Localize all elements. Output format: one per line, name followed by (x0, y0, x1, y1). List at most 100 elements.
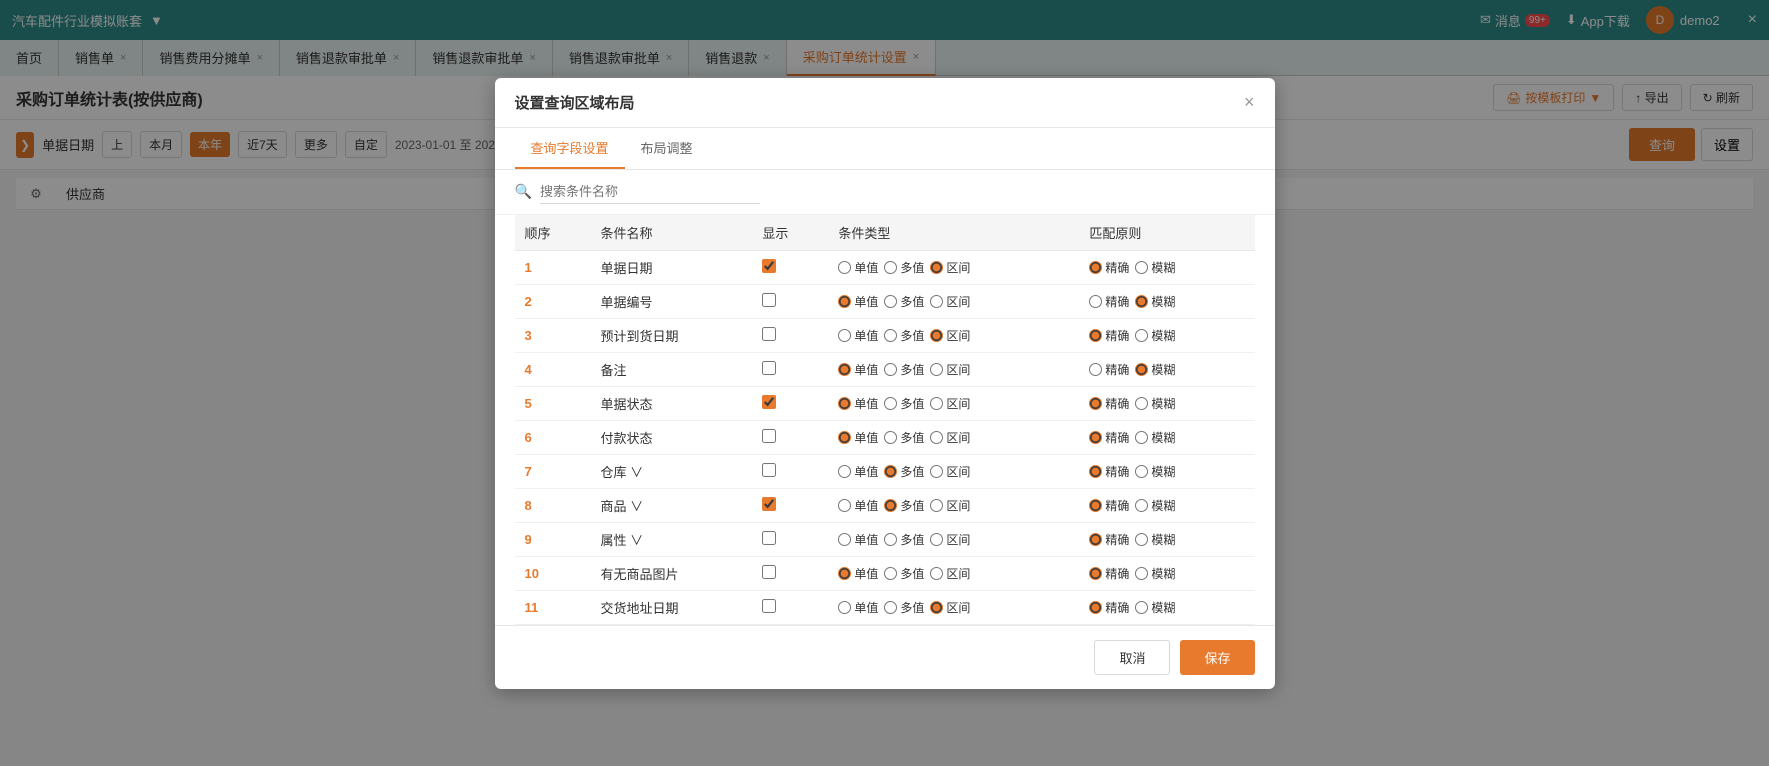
row-display-checkbox-cell[interactable] (752, 522, 828, 556)
row-type-multi-option[interactable]: 多值 (884, 429, 924, 446)
row-type-multi-option[interactable]: 多值 (884, 327, 924, 344)
row-type-multi-option[interactable]: 多值 (884, 497, 924, 514)
row-match-exact-radio[interactable] (1089, 431, 1102, 444)
row-match-fuzzy-radio[interactable] (1135, 431, 1148, 444)
row-type-single-radio[interactable] (838, 465, 851, 478)
row-type-range-radio[interactable] (930, 533, 943, 546)
row-type-multi-radio[interactable] (884, 431, 897, 444)
row-type-multi-radio[interactable] (884, 601, 897, 614)
row-display-checkbox[interactable] (762, 361, 776, 375)
row-display-checkbox[interactable] (762, 327, 776, 341)
row-type-single-option[interactable]: 单值 (838, 565, 878, 582)
row-display-checkbox-cell[interactable] (752, 352, 828, 386)
row-match-exact-option[interactable]: 精确 (1089, 361, 1129, 378)
row-type-multi-option[interactable]: 多值 (884, 293, 924, 310)
row-type-range-option[interactable]: 区间 (930, 361, 970, 378)
row-type-multi-radio[interactable] (884, 397, 897, 410)
row-type-range-option[interactable]: 区间 (930, 395, 970, 412)
row-match-exact-radio[interactable] (1089, 397, 1102, 410)
row-match-fuzzy-option[interactable]: 模糊 (1135, 429, 1175, 446)
modal-search-input[interactable] (540, 180, 760, 204)
row-type-multi-radio[interactable] (884, 533, 897, 546)
row-match-fuzzy-radio[interactable] (1135, 363, 1148, 376)
row-display-checkbox[interactable] (762, 599, 776, 613)
row-type-range-radio[interactable] (930, 431, 943, 444)
row-type-single-option[interactable]: 单值 (838, 395, 878, 412)
row-match-fuzzy-radio[interactable] (1135, 329, 1148, 342)
row-type-single-option[interactable]: 单值 (838, 361, 878, 378)
row-type-range-radio[interactable] (930, 329, 943, 342)
row-type-single-option[interactable]: 单值 (838, 531, 878, 548)
row-type-range-radio[interactable] (930, 499, 943, 512)
row-type-multi-option[interactable]: 多值 (884, 463, 924, 480)
row-display-checkbox[interactable] (762, 565, 776, 579)
row-display-checkbox-cell[interactable] (752, 386, 828, 420)
row-match-exact-radio[interactable] (1089, 295, 1102, 308)
row-match-fuzzy-radio[interactable] (1135, 499, 1148, 512)
row-match-fuzzy-radio[interactable] (1135, 567, 1148, 580)
row-match-fuzzy-option[interactable]: 模糊 (1135, 463, 1175, 480)
row-match-exact-radio[interactable] (1089, 465, 1102, 478)
row-type-single-radio[interactable] (838, 261, 851, 274)
row-type-multi-radio[interactable] (884, 261, 897, 274)
row-match-fuzzy-option[interactable]: 模糊 (1135, 361, 1175, 378)
row-match-exact-option[interactable]: 精确 (1089, 429, 1129, 446)
row-display-checkbox-cell[interactable] (752, 556, 828, 590)
row-match-exact-radio[interactable] (1089, 363, 1102, 376)
row-type-range-option[interactable]: 区间 (930, 497, 970, 514)
row-display-checkbox[interactable] (762, 395, 776, 409)
row-match-fuzzy-option[interactable]: 模糊 (1135, 327, 1175, 344)
row-type-multi-radio[interactable] (884, 499, 897, 512)
row-match-exact-radio[interactable] (1089, 533, 1102, 546)
row-match-fuzzy-radio[interactable] (1135, 533, 1148, 546)
row-type-single-radio[interactable] (838, 295, 851, 308)
row-type-single-option[interactable]: 单值 (838, 327, 878, 344)
row-type-range-option[interactable]: 区间 (930, 429, 970, 446)
row-match-fuzzy-option[interactable]: 模糊 (1135, 531, 1175, 548)
row-type-single-radio[interactable] (838, 601, 851, 614)
row-match-exact-option[interactable]: 精确 (1089, 463, 1129, 480)
row-type-single-option[interactable]: 单值 (838, 497, 878, 514)
row-type-single-radio[interactable] (838, 567, 851, 580)
row-match-fuzzy-radio[interactable] (1135, 397, 1148, 410)
row-type-multi-radio[interactable] (884, 295, 897, 308)
row-match-exact-option[interactable]: 精确 (1089, 565, 1129, 582)
row-match-exact-option[interactable]: 精确 (1089, 497, 1129, 514)
row-match-fuzzy-option[interactable]: 模糊 (1135, 293, 1175, 310)
row-display-checkbox[interactable] (762, 463, 776, 477)
row-type-range-option[interactable]: 区间 (930, 327, 970, 344)
row-display-checkbox-cell[interactable] (752, 454, 828, 488)
row-type-range-radio[interactable] (930, 295, 943, 308)
row-type-single-option[interactable]: 单值 (838, 293, 878, 310)
row-type-range-radio[interactable] (930, 363, 943, 376)
row-type-single-option[interactable]: 单值 (838, 259, 878, 276)
row-type-range-radio[interactable] (930, 567, 943, 580)
modal-tab-layout[interactable]: 布局调整 (625, 128, 709, 169)
row-display-checkbox-cell[interactable] (752, 420, 828, 454)
row-display-checkbox-cell[interactable] (752, 590, 828, 624)
row-type-range-option[interactable]: 区间 (930, 599, 970, 616)
row-type-single-option[interactable]: 单值 (838, 599, 878, 616)
row-type-multi-option[interactable]: 多值 (884, 395, 924, 412)
row-display-checkbox-cell[interactable] (752, 250, 828, 284)
row-type-range-radio[interactable] (930, 261, 943, 274)
row-type-range-option[interactable]: 区间 (930, 531, 970, 548)
row-type-multi-option[interactable]: 多值 (884, 361, 924, 378)
row-type-range-option[interactable]: 区间 (930, 293, 970, 310)
row-type-multi-radio[interactable] (884, 363, 897, 376)
row-display-checkbox-cell[interactable] (752, 318, 828, 352)
row-match-exact-option[interactable]: 精确 (1089, 327, 1129, 344)
row-display-checkbox-cell[interactable] (752, 488, 828, 522)
row-type-range-radio[interactable] (930, 465, 943, 478)
modal-close-button[interactable]: × (1244, 92, 1255, 113)
row-match-exact-radio[interactable] (1089, 329, 1102, 342)
row-display-checkbox[interactable] (762, 497, 776, 511)
row-display-checkbox[interactable] (762, 259, 776, 273)
row-match-fuzzy-option[interactable]: 模糊 (1135, 497, 1175, 514)
row-match-exact-option[interactable]: 精确 (1089, 599, 1129, 616)
row-match-fuzzy-option[interactable]: 模糊 (1135, 565, 1175, 582)
save-button[interactable]: 保存 (1180, 640, 1254, 675)
row-type-multi-option[interactable]: 多值 (884, 259, 924, 276)
row-type-multi-radio[interactable] (884, 567, 897, 580)
row-type-range-option[interactable]: 区间 (930, 259, 970, 276)
